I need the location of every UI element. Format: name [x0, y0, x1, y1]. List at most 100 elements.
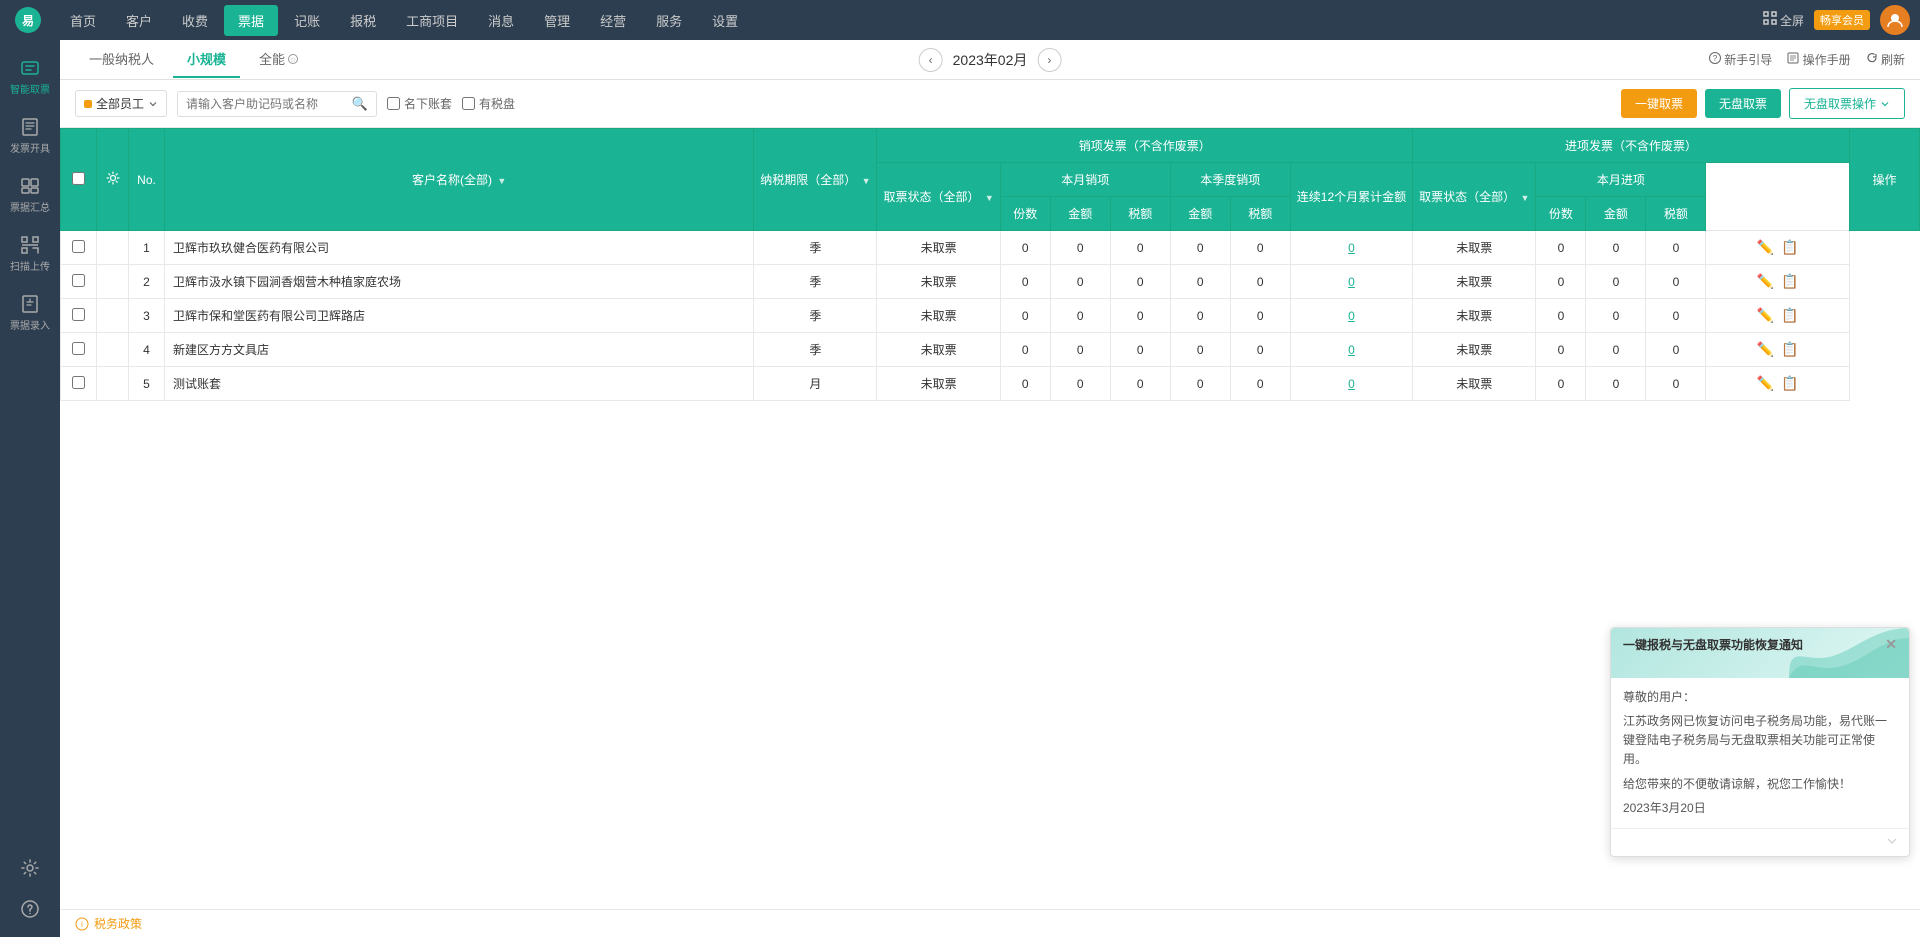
- settings-icon[interactable]: [106, 171, 120, 185]
- row-period-0: 季: [754, 231, 877, 265]
- detail-btn-4[interactable]: 📋: [1781, 375, 1798, 391]
- edit-btn-3[interactable]: ✏️: [1757, 341, 1774, 357]
- row-actions-0: ✏️ 📋: [1706, 231, 1850, 265]
- tax-policy-link[interactable]: 税务政策: [94, 915, 142, 932]
- user-avatar[interactable]: [1880, 5, 1910, 35]
- diskless-op-chevron-icon: [1880, 99, 1890, 109]
- notification-content: 江苏政务网已恢复访问电子税务局功能，易代账一键登陆电子税务局与无盘取票相关功能可…: [1623, 712, 1897, 770]
- nav-tax[interactable]: 报税: [336, 5, 390, 36]
- sidebar-item-scan[interactable]: 扫描上传: [4, 227, 56, 281]
- fullscreen-btn[interactable]: 全屏: [1763, 11, 1804, 29]
- sidebar-item-invoice[interactable]: 发票开具: [4, 109, 56, 163]
- row-sales-month-amount-2: 0: [1050, 299, 1110, 333]
- notification-greeting: 尊敬的用户：: [1623, 688, 1897, 707]
- nav-client[interactable]: 客户: [112, 5, 166, 36]
- sidebar-item-help[interactable]: [4, 891, 56, 927]
- nav-billing[interactable]: 收费: [168, 5, 222, 36]
- th-no: No.: [129, 129, 165, 231]
- manual-btn[interactable]: 操作手册: [1787, 51, 1850, 68]
- refresh-btn[interactable]: 刷新: [1866, 51, 1905, 68]
- sales-12m-link-4[interactable]: 0: [1348, 377, 1355, 391]
- edit-btn-4[interactable]: ✏️: [1757, 375, 1774, 391]
- bottom-bar: i 税务政策: [60, 909, 1920, 937]
- row-checkbox-cell: [61, 231, 97, 265]
- tab-all-capable[interactable]: 全能 ☆: [245, 41, 312, 78]
- row-sales-status-0: 未取票: [877, 231, 1000, 265]
- purchase-status-filter-icon[interactable]: ▼: [1520, 193, 1529, 203]
- nav-manage[interactable]: 管理: [530, 5, 584, 36]
- client-name-filter-icon[interactable]: ▼: [497, 176, 506, 186]
- nav-ticket[interactable]: 票据: [224, 5, 278, 36]
- tax-disk-label[interactable]: 有税盘: [462, 95, 515, 112]
- nav-service[interactable]: 服务: [642, 5, 696, 36]
- guide-btn[interactable]: ? 新手引导: [1709, 51, 1772, 68]
- th-checkbox: [61, 129, 97, 231]
- sidebar-label-smart-ticket: 智能取票: [10, 81, 50, 96]
- table-row: 1 卫辉市玖玖健合医药有限公司 季 未取票 0 0 0 0 0 0 未取票 0 …: [61, 231, 1920, 265]
- app-logo: 易: [10, 2, 46, 38]
- sales-12m-link-3[interactable]: 0: [1348, 343, 1355, 357]
- row-sales-month-tax-1: 0: [1110, 265, 1170, 299]
- row-checkbox-4[interactable]: [72, 376, 85, 389]
- nav-operations[interactable]: 经营: [586, 5, 640, 36]
- tab-small-scale[interactable]: 小规模: [173, 41, 240, 78]
- sales-12m-link-2[interactable]: 0: [1348, 309, 1355, 323]
- tax-disk-checkbox[interactable]: [462, 97, 475, 110]
- sidebar-item-summary[interactable]: 票据汇总: [4, 168, 56, 222]
- sidebar-item-entry[interactable]: 票据录入: [4, 286, 56, 340]
- date-prev-btn[interactable]: ‹: [919, 48, 943, 72]
- row-checkbox-0[interactable]: [72, 240, 85, 253]
- search-input[interactable]: [186, 97, 352, 111]
- detail-btn-3[interactable]: 📋: [1781, 341, 1798, 357]
- notification-footer: [1611, 828, 1909, 856]
- detail-btn-2[interactable]: 📋: [1781, 307, 1798, 323]
- row-checkbox-1[interactable]: [72, 274, 85, 287]
- edit-btn-1[interactable]: ✏️: [1757, 273, 1774, 289]
- notification-close-btn[interactable]: ✕: [1885, 636, 1897, 653]
- edit-btn-2[interactable]: ✏️: [1757, 307, 1774, 323]
- my-accounts-label[interactable]: 名下账套: [387, 95, 452, 112]
- detail-btn-0[interactable]: 📋: [1781, 239, 1798, 255]
- tax-period-filter-icon[interactable]: ▼: [862, 176, 871, 186]
- date-navigation: ‹ 2023年02月 ›: [919, 48, 1062, 72]
- employee-select[interactable]: 全部员工: [75, 90, 167, 117]
- select-all-checkbox[interactable]: [72, 172, 85, 185]
- row-purchase-month-num-3: 0: [1536, 333, 1586, 367]
- row-purchase-status-4: 未取票: [1413, 367, 1536, 401]
- row-checkbox-3[interactable]: [72, 342, 85, 355]
- sales-12m-link-0[interactable]: 0: [1348, 241, 1355, 255]
- detail-btn-1[interactable]: 📋: [1781, 273, 1798, 289]
- member-badge[interactable]: 畅享会员: [1814, 10, 1870, 30]
- row-sales-month-amount-0: 0: [1050, 231, 1110, 265]
- diskless-op-btn[interactable]: 无盘取票操作: [1789, 88, 1905, 119]
- sidebar-item-smart-ticket[interactable]: 智能取票: [4, 50, 56, 104]
- row-sales-month-tax-4: 0: [1110, 367, 1170, 401]
- th-sales-month-num: 份数: [1000, 197, 1050, 231]
- row-period-4: 月: [754, 367, 877, 401]
- diskless-ticket-btn[interactable]: 无盘取票: [1705, 89, 1781, 118]
- row-checkbox-2[interactable]: [72, 308, 85, 321]
- nav-home[interactable]: 首页: [56, 5, 110, 36]
- row-sales-12m-3: 0: [1290, 333, 1412, 367]
- nav-message[interactable]: 消息: [474, 5, 528, 36]
- sales-12m-link-1[interactable]: 0: [1348, 275, 1355, 289]
- info-icon: i: [75, 917, 89, 931]
- tab-general-taxpayer[interactable]: 一般纳税人: [75, 41, 168, 78]
- svg-text:?: ?: [1713, 54, 1718, 63]
- sidebar-item-settings-bottom[interactable]: [4, 850, 56, 886]
- sales-status-filter-icon[interactable]: ▼: [985, 193, 994, 203]
- my-accounts-checkbox[interactable]: [387, 97, 400, 110]
- nav-settings[interactable]: 设置: [698, 5, 752, 36]
- select-dot: [84, 100, 92, 108]
- nav-business[interactable]: 工商项目: [392, 5, 472, 36]
- table-body: 1 卫辉市玖玖健合医药有限公司 季 未取票 0 0 0 0 0 0 未取票 0 …: [61, 231, 1920, 401]
- th-sales-quarter: 本季度销项: [1170, 163, 1290, 197]
- search-icon[interactable]: 🔍: [352, 96, 368, 112]
- row-purchase-status-2: 未取票: [1413, 299, 1536, 333]
- row-purchase-month-amount-4: 0: [1586, 367, 1646, 401]
- edit-btn-0[interactable]: ✏️: [1757, 239, 1774, 255]
- one-click-ticket-btn[interactable]: 一键取票: [1621, 89, 1697, 118]
- row-sales-month-num-4: 0: [1000, 367, 1050, 401]
- date-next-btn[interactable]: ›: [1037, 48, 1061, 72]
- nav-bookkeeping[interactable]: 记账: [280, 5, 334, 36]
